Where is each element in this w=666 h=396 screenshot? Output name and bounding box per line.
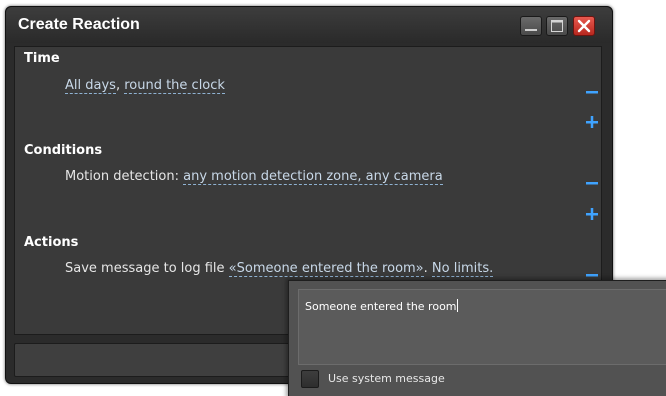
section-title-actions: Actions bbox=[24, 235, 79, 250]
window-title: Create Reaction bbox=[18, 16, 140, 33]
close-icon bbox=[577, 19, 591, 33]
condition-prefix: Motion detection: bbox=[65, 169, 184, 184]
maximize-button[interactable] bbox=[546, 16, 568, 36]
action-limits-link[interactable]: No limits. bbox=[431, 261, 494, 277]
message-editor-popup: Someone entered the room Use system mess… bbox=[288, 280, 666, 396]
action-row: Save message to log file «Someone entere… bbox=[65, 261, 494, 277]
maximize-icon bbox=[551, 20, 563, 32]
remove-time-minus-icon[interactable] bbox=[585, 85, 599, 99]
remove-condition-minus-icon[interactable] bbox=[585, 176, 599, 190]
close-button[interactable] bbox=[573, 16, 595, 36]
minimize-button[interactable] bbox=[520, 16, 542, 36]
use-system-message-label[interactable]: Use system message bbox=[328, 372, 445, 385]
minimize-icon bbox=[525, 29, 537, 31]
text-caret bbox=[456, 299, 458, 312]
section-title-time: Time bbox=[24, 51, 60, 66]
stage: Create Reaction Time All days, round the… bbox=[0, 0, 666, 396]
title-bar[interactable]: Create Reaction bbox=[6, 7, 612, 43]
use-system-message-checkbox[interactable] bbox=[301, 370, 319, 388]
add-time-plus-icon[interactable] bbox=[585, 115, 599, 129]
add-condition-plus-icon[interactable] bbox=[585, 207, 599, 221]
action-separator: . bbox=[423, 261, 432, 276]
section-title-conditions: Conditions bbox=[24, 143, 103, 158]
action-message-link[interactable]: «Someone entered the room» bbox=[228, 261, 424, 277]
condition-row: Motion detection: any motion detection z… bbox=[65, 169, 443, 185]
time-hours-link[interactable]: round the clock bbox=[124, 78, 225, 94]
message-input-text: Someone entered the room bbox=[305, 300, 457, 313]
time-days-link[interactable]: All days bbox=[65, 78, 116, 94]
time-row: All days, round the clock bbox=[65, 78, 225, 94]
time-separator: , bbox=[115, 78, 125, 93]
message-input[interactable]: Someone entered the room bbox=[298, 289, 666, 365]
condition-zone-link[interactable]: any motion detection zone, any camera bbox=[183, 169, 443, 185]
action-prefix: Save message to log file bbox=[65, 261, 229, 276]
message-input-value: Someone entered the room bbox=[305, 299, 458, 313]
